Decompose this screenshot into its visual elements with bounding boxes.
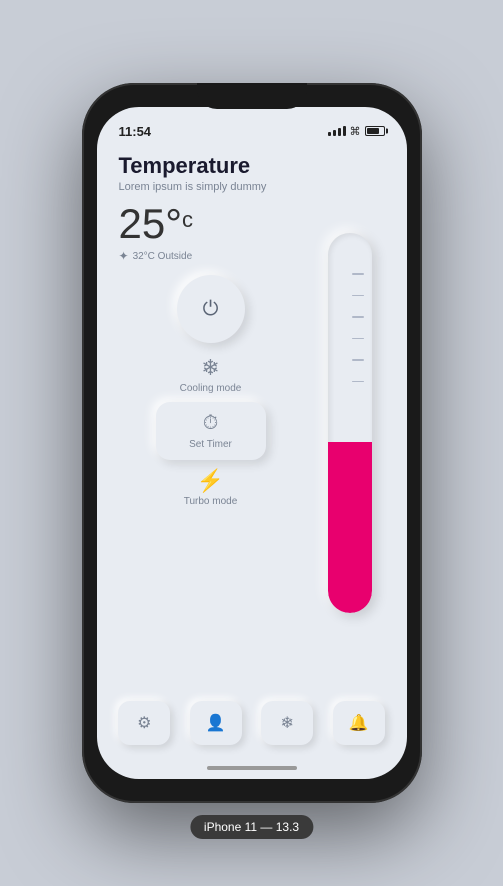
- cooling-label: Cooling mode: [180, 383, 242, 394]
- temperature-display: 25° c ✦ 32°C Outside: [119, 203, 303, 263]
- status-bar: 11:54 ⌘: [97, 107, 407, 145]
- tick-2: [352, 295, 364, 297]
- wifi-icon: ⌘: [350, 125, 361, 138]
- nav-snowflake-icon: ❄: [281, 713, 294, 733]
- left-panel: 25° c ✦ 32°C Outside ⏻: [119, 203, 303, 683]
- timer-label: Set Timer: [189, 439, 232, 450]
- tick-3: [352, 316, 364, 318]
- turbo-control[interactable]: ⚡ Turbo mode: [119, 468, 303, 507]
- snowflake-icon: ❄: [201, 355, 219, 381]
- nav-settings-button[interactable]: ⚙: [118, 701, 170, 745]
- tick-6: [352, 381, 364, 383]
- temperature-value: 25°: [119, 203, 183, 245]
- device-label: iPhone 11 — 13.3: [190, 815, 313, 839]
- signal-icon: [328, 126, 346, 136]
- power-control[interactable]: ⏻: [119, 275, 303, 347]
- tick-5: [352, 359, 364, 361]
- outside-temp-label: 32°C Outside: [133, 251, 193, 262]
- turbo-label: Turbo mode: [184, 496, 238, 507]
- thermometer-tube: [328, 233, 372, 613]
- home-indicator: [97, 757, 407, 779]
- thermometer: [323, 233, 377, 653]
- bottom-nav: ⚙ 👤 ❄ 🔔: [97, 693, 407, 757]
- power-button[interactable]: ⏻: [177, 275, 245, 343]
- thermometer-ticks: [352, 273, 364, 382]
- home-bar: [207, 766, 297, 770]
- thermometer-fill: [328, 442, 372, 613]
- cooling-control[interactable]: ❄ Cooling mode: [119, 355, 303, 394]
- phone-screen: 11:54 ⌘ Temperature Lorem ipsum is simpl…: [97, 107, 407, 779]
- user-icon: 👤: [206, 713, 226, 733]
- page-title: Temperature: [119, 153, 385, 179]
- tick-1: [352, 273, 364, 275]
- status-time: 11:54: [119, 124, 152, 139]
- sun-icon: ✦: [119, 249, 129, 263]
- main-content: Temperature Lorem ipsum is simply dummy …: [97, 145, 407, 693]
- notch: [197, 83, 307, 109]
- main-layout: 25° c ✦ 32°C Outside ⏻: [119, 203, 385, 683]
- battery-icon: [365, 126, 385, 136]
- nav-bell-button[interactable]: 🔔: [333, 701, 385, 745]
- settings-icon: ⚙: [137, 713, 151, 733]
- phone-frame: 11:54 ⌘ Temperature Lorem ipsum is simpl…: [82, 83, 422, 803]
- temperature-unit: c: [182, 209, 193, 231]
- nav-user-button[interactable]: 👤: [190, 701, 242, 745]
- bell-icon: 🔔: [349, 713, 369, 733]
- tick-4: [352, 338, 364, 340]
- lightning-icon: ⚡: [197, 468, 224, 494]
- outside-temp-row: ✦ 32°C Outside: [119, 249, 303, 263]
- page-subtitle: Lorem ipsum is simply dummy: [119, 181, 385, 193]
- status-icons: ⌘: [328, 125, 385, 138]
- power-icon: ⏻: [203, 298, 219, 321]
- nav-snowflake-button[interactable]: ❄: [261, 701, 313, 745]
- right-panel: [315, 203, 385, 683]
- timer-icon: ⏱: [203, 412, 219, 435]
- timer-button[interactable]: ⏱ Set Timer: [156, 402, 266, 460]
